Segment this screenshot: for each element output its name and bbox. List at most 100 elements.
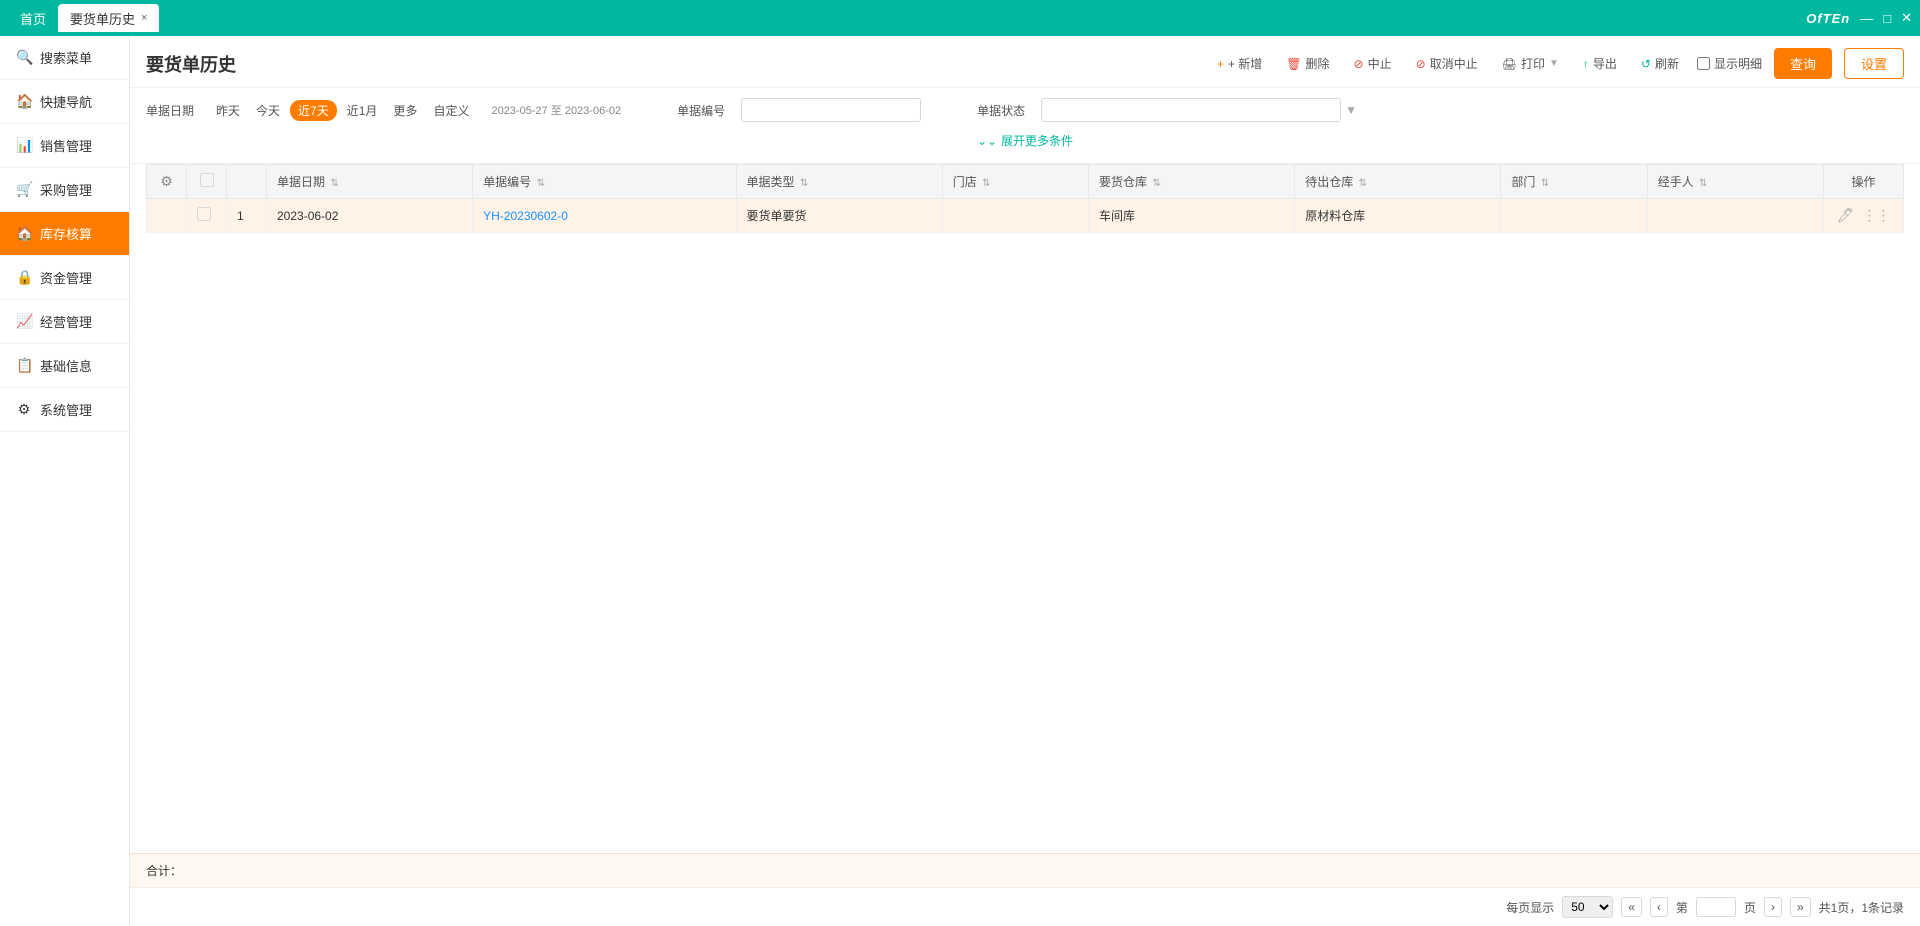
row-more-icon[interactable]: ⋮⋮ bbox=[1862, 207, 1890, 224]
purchase-mgmt-icon: 🛒 bbox=[16, 181, 32, 198]
sidebar-item-finance-mgmt[interactable]: 🔒 资金管理 bbox=[0, 256, 129, 300]
doc-number-sort-icon[interactable]: ⇅ bbox=[537, 178, 545, 189]
col-doc-type: 单据类型 ⇅ bbox=[736, 165, 942, 199]
sidebar-item-purchase-mgmt[interactable]: 🛒 采购管理 bbox=[0, 168, 129, 212]
col-store: 门店 ⇅ bbox=[942, 165, 1088, 199]
col-settings: ⚙ bbox=[147, 165, 187, 199]
refresh-label: 刷新 bbox=[1655, 55, 1679, 72]
expand-more-icon: ⌄⌄ bbox=[977, 134, 997, 148]
inventory-icon: 🏠 bbox=[16, 225, 32, 242]
stop-label: 中止 bbox=[1368, 55, 1392, 72]
store-sort-icon[interactable]: ⇅ bbox=[982, 178, 990, 189]
page-size-label: 每页显示 bbox=[1506, 899, 1554, 916]
sidebar-item-search-menu-label: 搜索菜单 bbox=[40, 48, 92, 67]
department-sort-icon[interactable]: ⇅ bbox=[1541, 178, 1549, 189]
expand-more-btn[interactable]: ⌄⌄ 展开更多条件 bbox=[146, 128, 1904, 153]
stop-button[interactable]: ⊘ 中止 bbox=[1348, 51, 1398, 76]
sidebar-item-quick-nav[interactable]: 🏠 快捷导航 bbox=[0, 80, 129, 124]
col-doc-number: 单据编号 ⇅ bbox=[473, 165, 736, 199]
cancel-stop-button[interactable]: ⊘ 取消中止 bbox=[1410, 51, 1484, 76]
col-num bbox=[227, 165, 267, 199]
export-button[interactable]: ↑ 导出 bbox=[1577, 51, 1623, 76]
date-btn-1month[interactable]: 近1月 bbox=[341, 100, 384, 121]
col-checkbox bbox=[187, 165, 227, 199]
page-size-select[interactable]: 10 20 50 100 bbox=[1562, 896, 1613, 918]
sidebar-item-sales-mgmt-label: 销售管理 bbox=[40, 136, 92, 155]
brand-label: OfTEn bbox=[1806, 11, 1850, 26]
setting-button[interactable]: 设置 bbox=[1844, 48, 1904, 79]
sidebar-item-system-mgmt[interactable]: ⚙ 系统管理 bbox=[0, 388, 129, 432]
sidebar-item-sales-mgmt[interactable]: 📊 销售管理 bbox=[0, 124, 129, 168]
sales-mgmt-icon: 📊 bbox=[16, 137, 32, 154]
table-row: 1 2023-06-02 YH-20230602-0 要货单要货 车间库 原材料… bbox=[147, 199, 1904, 233]
row-edit-icon[interactable]: 🖊 bbox=[1837, 207, 1855, 224]
doc-number-input[interactable] bbox=[741, 98, 921, 122]
print-label: 打印 bbox=[1521, 55, 1545, 72]
doc-status-dropdown-icon[interactable]: ▼ bbox=[1345, 103, 1357, 117]
table-head: ⚙ 单据日期 ⇅ 单据编号 ⇅ bbox=[147, 165, 1904, 199]
page-header: 要货单历史 + + 新增 🗑 删除 ⊘ 中止 ⊘ 取消中止 bbox=[130, 36, 1920, 88]
row-pending-warehouse: 原材料仓库 bbox=[1295, 199, 1501, 233]
tab-bar-right: OfTEn — □ ✕ bbox=[1806, 10, 1912, 26]
print-dropdown-icon: ▼ bbox=[1549, 58, 1559, 69]
tab-close-icon[interactable]: × bbox=[141, 12, 147, 24]
display-detail-checkbox[interactable] bbox=[1697, 57, 1710, 70]
delete-button[interactable]: 🗑 删除 bbox=[1280, 51, 1335, 76]
page-number-input[interactable]: 1 bbox=[1696, 897, 1736, 917]
sidebar-item-inventory[interactable]: 🏠 库存核算 bbox=[0, 212, 129, 256]
sidebar: 🔍 搜索菜单 🏠 快捷导航 📊 销售管理 🛒 采购管理 🏠 库存核算 🔒 资金管… bbox=[0, 36, 130, 926]
close-window-btn[interactable]: ✕ bbox=[1901, 10, 1912, 26]
doc-date-sort-icon[interactable]: ⇅ bbox=[330, 178, 338, 189]
next-page-btn[interactable]: › bbox=[1764, 897, 1782, 917]
req-warehouse-sort-icon[interactable]: ⇅ bbox=[1152, 178, 1160, 189]
table-header-row: ⚙ 单据日期 ⇅ 单据编号 ⇅ bbox=[147, 165, 1904, 199]
handler-sort-icon[interactable]: ⇅ bbox=[1699, 178, 1707, 189]
refresh-icon: ↺ bbox=[1641, 57, 1651, 71]
new-label: + 新增 bbox=[1228, 55, 1262, 72]
refresh-button[interactable]: ↺ 刷新 bbox=[1635, 51, 1685, 76]
sidebar-item-system-mgmt-label: 系统管理 bbox=[40, 400, 92, 419]
doc-type-sort-icon[interactable]: ⇅ bbox=[800, 178, 808, 189]
search-menu-icon: 🔍 bbox=[16, 49, 32, 66]
new-button[interactable]: + + 新增 bbox=[1211, 51, 1268, 76]
last-page-btn[interactable]: » bbox=[1790, 897, 1811, 917]
maximize-btn[interactable]: □ bbox=[1883, 11, 1891, 26]
prev-page-btn[interactable]: ‹ bbox=[1650, 897, 1668, 917]
minimize-btn[interactable]: — bbox=[1860, 11, 1873, 26]
row-doc-number: YH-20230602-0 bbox=[473, 199, 736, 233]
date-btn-yesterday[interactable]: 昨天 bbox=[210, 100, 246, 121]
date-btn-more[interactable]: 更多 bbox=[387, 100, 423, 121]
delete-icon: 🗑 bbox=[1286, 57, 1301, 71]
sidebar-item-operations-mgmt-label: 经营管理 bbox=[40, 312, 92, 331]
print-button[interactable]: 🖨 打印 ▼ bbox=[1496, 51, 1565, 76]
select-all-checkbox[interactable] bbox=[200, 173, 214, 187]
tab-requisition-history[interactable]: 要货单历史 × bbox=[58, 4, 159, 32]
cancel-stop-label: 取消中止 bbox=[1430, 55, 1478, 72]
export-label: 导出 bbox=[1593, 55, 1617, 72]
row-checkbox bbox=[187, 199, 227, 233]
col-handler: 经手人 ⇅ bbox=[1647, 165, 1823, 199]
query-button[interactable]: 查询 bbox=[1774, 48, 1832, 79]
pending-warehouse-sort-icon[interactable]: ⇅ bbox=[1359, 178, 1367, 189]
sidebar-item-quick-nav-label: 快捷导航 bbox=[40, 92, 92, 111]
date-btn-today[interactable]: 今天 bbox=[250, 100, 286, 121]
table-settings-gear-icon[interactable]: ⚙ bbox=[160, 173, 173, 189]
date-btn-custom[interactable]: 自定义 bbox=[427, 100, 475, 121]
doc-status-input[interactable] bbox=[1041, 98, 1341, 122]
doc-status-label: 单据状态 bbox=[977, 102, 1025, 119]
doc-number-link[interactable]: YH-20230602-0 bbox=[483, 209, 568, 223]
sidebar-item-finance-mgmt-label: 资金管理 bbox=[40, 268, 92, 287]
system-mgmt-icon: ⚙ bbox=[16, 401, 32, 418]
date-btn-7days[interactable]: 近7天 bbox=[290, 100, 337, 121]
col-department: 部门 ⇅ bbox=[1501, 165, 1647, 199]
display-detail-toggle[interactable]: 显示明细 bbox=[1697, 55, 1762, 72]
table-area: ⚙ 单据日期 ⇅ 单据编号 ⇅ bbox=[130, 164, 1920, 853]
row-select-checkbox[interactable] bbox=[197, 207, 211, 221]
tab-home[interactable]: 首页 bbox=[8, 4, 58, 32]
summary-label: 合计： bbox=[146, 864, 182, 878]
sidebar-item-search-menu[interactable]: 🔍 搜索菜单 bbox=[0, 36, 129, 80]
sidebar-item-basic-info[interactable]: 📋 基础信息 bbox=[0, 344, 129, 388]
sidebar-item-operations-mgmt[interactable]: 📈 经营管理 bbox=[0, 300, 129, 344]
operations-mgmt-icon: 📈 bbox=[16, 313, 32, 330]
first-page-btn[interactable]: « bbox=[1621, 897, 1642, 917]
